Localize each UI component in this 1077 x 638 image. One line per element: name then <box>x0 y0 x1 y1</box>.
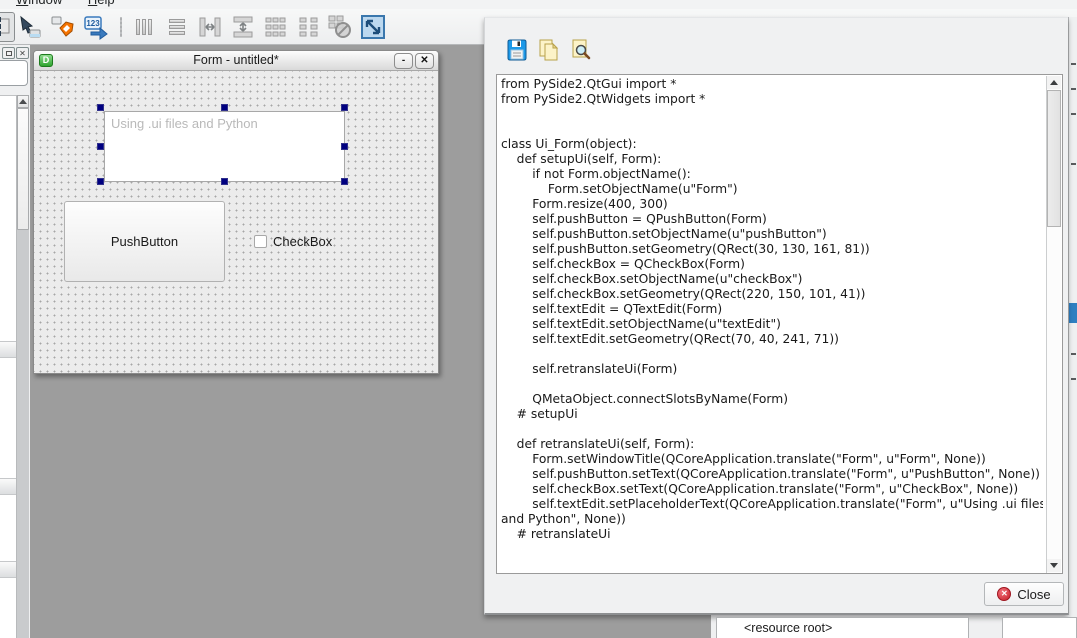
selection-handle-e[interactable] <box>341 143 348 150</box>
layout-horizontally-icon <box>135 18 153 36</box>
layout-vertically-splitter-button[interactable] <box>229 12 257 42</box>
selection-handle-se[interactable] <box>341 178 348 185</box>
scrollbar-thumb[interactable] <box>1047 90 1061 227</box>
find-button[interactable] <box>568 36 594 64</box>
edit-signals-slots-button[interactable] <box>16 12 44 42</box>
resource-root-item[interactable]: <resource root> <box>744 621 832 635</box>
copy-button[interactable] <box>536 36 562 64</box>
widgetbox-filter-input[interactable] <box>0 60 28 86</box>
form-close-button[interactable]: ✕ <box>415 53 434 69</box>
arrow-up-icon <box>1050 80 1058 85</box>
scroll-up-button[interactable] <box>17 95 29 108</box>
edit-tab-order-icon: 123 <box>83 14 109 40</box>
form-canvas[interactable]: Using .ui files and Python PushButton Ch… <box>34 71 438 373</box>
edit-buddies-button[interactable] <box>49 12 77 42</box>
copy-icon <box>538 39 560 61</box>
dock-float-button[interactable] <box>2 47 15 59</box>
right-dock-edge <box>1068 17 1077 615</box>
form-window-title: Form - untitled* <box>34 53 438 67</box>
edit-widgets-button[interactable] <box>0 12 15 42</box>
layout-form-button[interactable] <box>295 12 323 42</box>
layout-vertically-button[interactable] <box>163 12 191 42</box>
edit-tab-order-button[interactable]: 123 <box>82 12 110 42</box>
layout-horizontally-splitter-icon <box>198 15 222 39</box>
widget-box-dock: ✕ <box>0 45 30 638</box>
checkbox-box-icon <box>254 235 267 248</box>
code-vertical-scrollbar[interactable] <box>1046 76 1061 573</box>
widgetbox-category[interactable] <box>0 561 16 578</box>
resource-tree-panel[interactable]: <resource root> <box>716 617 969 638</box>
tree-branch-mark <box>1071 353 1076 355</box>
tree-branch-mark <box>1071 88 1076 90</box>
layout-grid-icon <box>264 15 288 39</box>
widgetbox-list[interactable] <box>0 95 16 638</box>
selected-row-edge <box>1069 303 1077 323</box>
resource-preview-panel[interactable] <box>1002 617 1077 638</box>
widgetbox-category[interactable] <box>0 341 16 358</box>
form-minimize-button[interactable]: - <box>394 53 413 69</box>
layout-vertically-splitter-icon <box>231 15 255 39</box>
menubar: Window Help <box>0 0 1077 9</box>
selection-handle-s[interactable] <box>221 178 228 185</box>
selection-handle-ne[interactable] <box>341 104 348 111</box>
code-editor[interactable]: from PySide2.QtGui import * from PySide2… <box>496 74 1063 574</box>
save-icon <box>506 39 528 61</box>
adjust-size-icon <box>360 14 386 40</box>
arrow-down-icon <box>1050 563 1058 568</box>
layout-grid-button[interactable] <box>262 12 290 42</box>
code-text[interactable]: from PySide2.QtGui import * from PySide2… <box>501 77 1043 571</box>
layout-horizontally-splitter-button[interactable] <box>196 12 224 42</box>
save-button[interactable] <box>504 36 530 64</box>
qt-designer-screen: Window Help 123 <box>0 0 1077 638</box>
layout-horizontally-button[interactable] <box>130 12 158 42</box>
menu-help[interactable]: Help <box>88 0 115 7</box>
break-layout-button[interactable] <box>326 12 354 42</box>
pushbutton-label: PushButton <box>111 234 178 249</box>
toolbar-separator <box>120 17 122 37</box>
close-button[interactable]: ✕ Close <box>984 582 1064 606</box>
widgetbox-scrollbar[interactable] <box>16 95 29 638</box>
minimize-icon: - <box>402 56 405 66</box>
adjust-size-button[interactable] <box>359 12 387 42</box>
tree-branch-mark <box>1071 63 1076 65</box>
textedit-widget[interactable]: Using .ui files and Python <box>104 111 345 182</box>
selection-handle-n[interactable] <box>221 104 228 111</box>
tree-branch-mark <box>1071 378 1076 380</box>
checkbox-label: CheckBox <box>273 234 332 249</box>
selection-handle-sw[interactable] <box>97 178 104 185</box>
scrollbar-thumb[interactable] <box>17 108 29 230</box>
form-window: D Form - untitled* - ✕ Using .ui files a… <box>33 50 439 374</box>
find-icon <box>570 39 592 61</box>
dock-close-icon: ✕ <box>19 49 26 58</box>
scroll-up-button[interactable] <box>1047 76 1061 89</box>
layout-vertically-icon <box>169 19 185 35</box>
form-window-titlebar[interactable]: D Form - untitled* - ✕ <box>34 51 438 71</box>
widgetbox-category[interactable] <box>0 478 16 495</box>
tree-branch-mark <box>1071 163 1076 165</box>
close-button-label: Close <box>1017 587 1050 602</box>
close-icon: ✕ <box>420 56 428 66</box>
pushbutton-widget[interactable]: PushButton <box>64 201 225 282</box>
arrow-up-icon <box>19 99 27 104</box>
checkbox-widget[interactable]: CheckBox <box>254 221 355 262</box>
svg-text:123: 123 <box>86 19 100 28</box>
scroll-down-button[interactable] <box>1047 559 1061 572</box>
selection-handle-w[interactable] <box>97 143 104 150</box>
edit-signals-slots-icon <box>18 15 42 39</box>
edit-widgets-icon <box>0 16 12 38</box>
layout-form-icon <box>297 15 321 39</box>
menu-window[interactable]: Window <box>16 0 62 7</box>
tree-branch-mark <box>1071 113 1076 115</box>
break-layout-icon <box>327 14 353 40</box>
selection-handle-nw[interactable] <box>97 104 104 111</box>
dock-float-icon <box>6 51 12 56</box>
code-preview-dialog: from PySide2.QtGui import * from PySide2… <box>484 17 1068 615</box>
edit-buddies-icon <box>51 15 75 39</box>
close-button-icon: ✕ <box>997 587 1011 601</box>
dock-close-button[interactable]: ✕ <box>16 47 29 59</box>
